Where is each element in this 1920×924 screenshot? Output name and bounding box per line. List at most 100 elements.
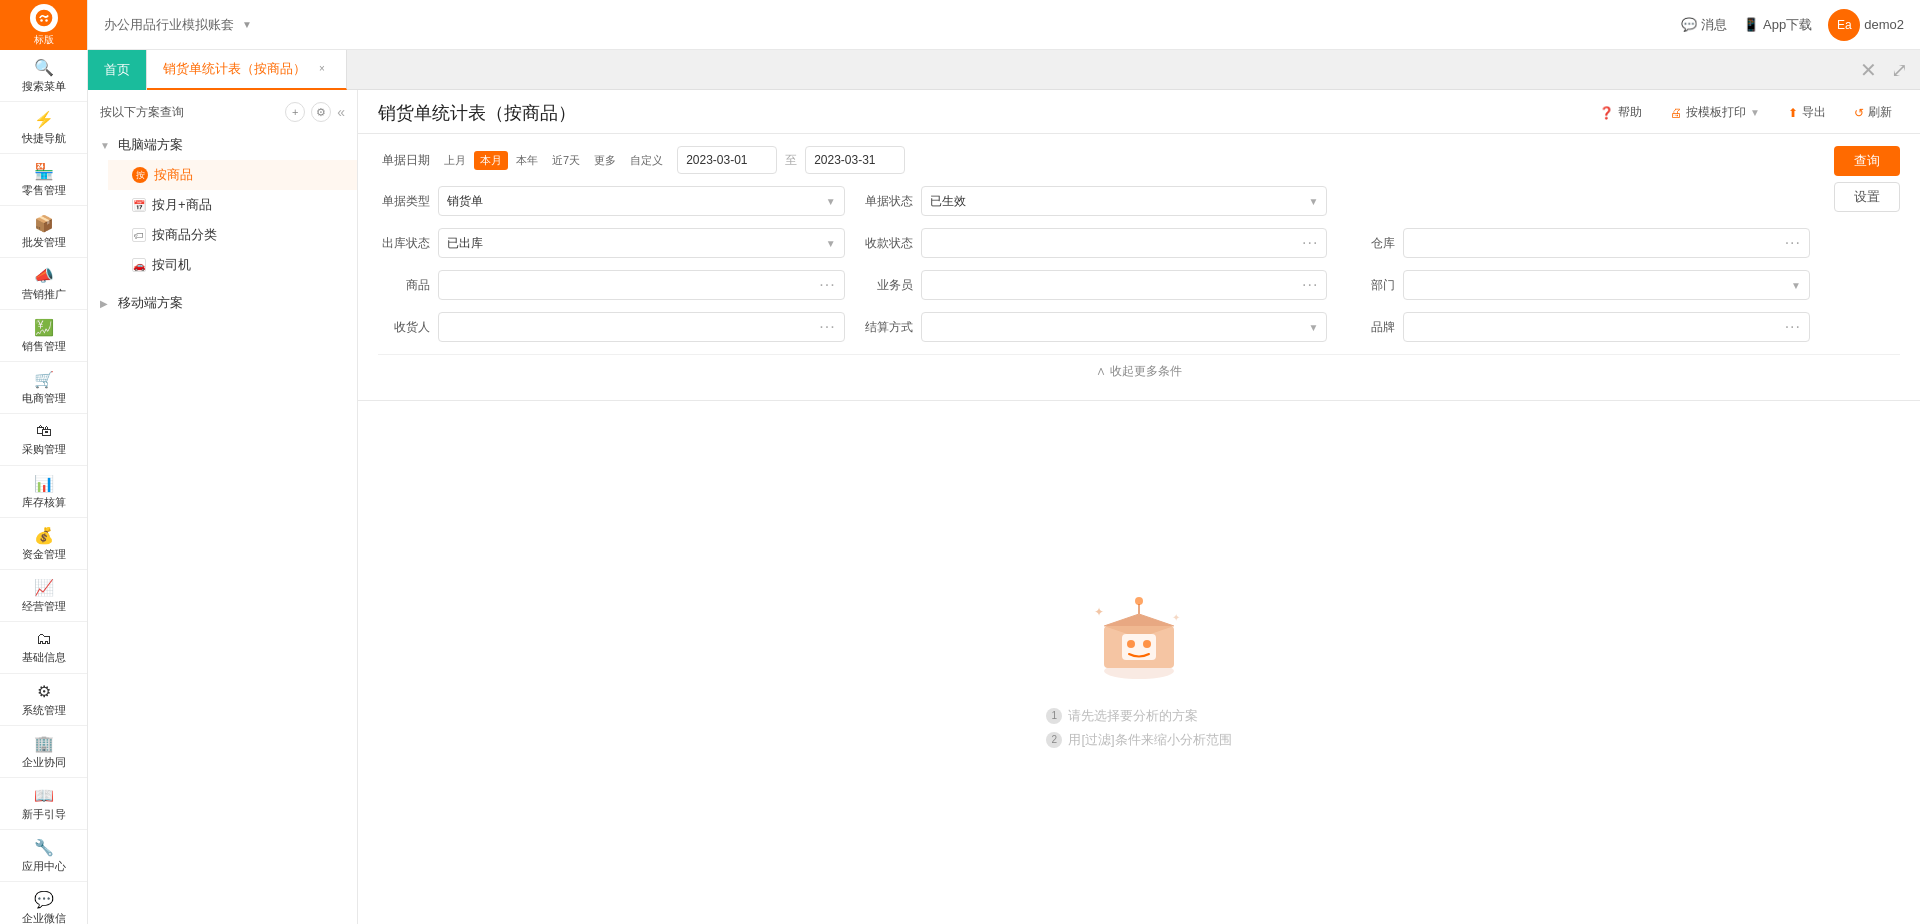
app-download-label: App下载 bbox=[1763, 16, 1812, 34]
sidebar-item-system[interactable]: ⚙ 系统管理 bbox=[0, 674, 87, 726]
dept-control[interactable]: ▼ bbox=[1403, 270, 1810, 300]
sidebar-item-guide-label: 新手引导 bbox=[22, 807, 66, 821]
date-tab-current-month[interactable]: 本月 bbox=[474, 151, 508, 170]
sidebar-item-search-label: 搜索菜单 bbox=[22, 79, 66, 93]
brand-label: 品牌 bbox=[1343, 319, 1395, 336]
by-dept-label: 按司机 bbox=[152, 256, 191, 274]
stock-status-control[interactable]: 已出库 ▼ bbox=[438, 228, 845, 258]
print-label: 按模板打印 bbox=[1686, 104, 1746, 121]
system-icon: ⚙ bbox=[37, 682, 51, 701]
warehouse-control[interactable]: ··· bbox=[1403, 228, 1810, 258]
sidebar-item-basic[interactable]: 🗂 基础信息 bbox=[0, 622, 87, 674]
page-actions: ❓ 帮助 🖨 按模板打印 ▼ ⬆ 导出 ↺ 刷新 bbox=[1591, 100, 1900, 125]
marketing-icon: 📣 bbox=[34, 266, 54, 285]
step-2-text: 用[过滤]条件来缩小分析范围 bbox=[1068, 731, 1231, 749]
doc-status-control[interactable]: 已生效 ▼ bbox=[921, 186, 1328, 216]
tree-mobile-group[interactable]: ▶ 移动端方案 bbox=[88, 288, 357, 318]
header-right: 💬 消息 📱 App下载 Ea demo2 bbox=[1681, 9, 1904, 41]
help-label: 帮助 bbox=[1618, 104, 1642, 121]
tree-node-by-month-product[interactable]: 📅 按月+商品 bbox=[108, 190, 357, 220]
user-info[interactable]: Ea demo2 bbox=[1828, 9, 1904, 41]
sidebar-item-marketing-label: 营销推广 bbox=[22, 287, 66, 301]
collapse-panel-btn[interactable]: « bbox=[337, 104, 345, 120]
sidebar-item-marketing[interactable]: 📣 营销推广 bbox=[0, 258, 87, 310]
refresh-label: 刷新 bbox=[1868, 104, 1892, 121]
sidebar-item-wechat-label: 企业微信 bbox=[22, 911, 66, 924]
tab-active[interactable]: 销货单统计表（按商品） × bbox=[147, 50, 347, 90]
stock-status-value: 已出库 bbox=[447, 235, 826, 252]
payment-status-control[interactable]: ··· bbox=[921, 228, 1328, 258]
tab-close-btn[interactable]: × bbox=[314, 61, 330, 77]
date-tab-7days[interactable]: 近7天 bbox=[546, 151, 586, 170]
logo-area: 标版 bbox=[0, 0, 87, 50]
sidebar-item-ecommerce[interactable]: 🛒 电商管理 bbox=[0, 362, 87, 414]
date-tab-custom[interactable]: 自定义 bbox=[624, 151, 669, 170]
warehouse-label: 仓库 bbox=[1343, 235, 1395, 252]
goods-control[interactable]: ··· bbox=[438, 270, 845, 300]
empty-steps: 1 请先选择要分析的方案 2 用[过滤]条件来缩小分析范围 bbox=[1046, 707, 1231, 755]
payment-method-control[interactable]: ▼ bbox=[921, 312, 1328, 342]
date-to-input[interactable] bbox=[805, 146, 905, 174]
sidebar-item-inventory[interactable]: 📊 库存核算 bbox=[0, 466, 87, 518]
receiver-label: 收货人 bbox=[378, 319, 430, 336]
sidebar: 标版 🔍 搜索菜单 ⚡ 快捷导航 🏪 零售管理 📦 批发管理 📣 营销推广 💹 … bbox=[0, 0, 88, 924]
query-btn[interactable]: 查询 bbox=[1834, 146, 1900, 176]
doc-status-value: 已生效 bbox=[930, 193, 1309, 210]
svg-point-1 bbox=[40, 19, 43, 22]
settings-scheme-btn[interactable]: ⚙ bbox=[311, 102, 331, 122]
date-tab-prev-month[interactable]: 上月 bbox=[438, 151, 472, 170]
doc-type-control[interactable]: 销货单 ▼ bbox=[438, 186, 845, 216]
print-btn[interactable]: 🖨 按模板打印 ▼ bbox=[1662, 100, 1768, 125]
staff-control[interactable]: ··· bbox=[921, 270, 1328, 300]
messages-label: 消息 bbox=[1701, 16, 1727, 34]
sidebar-item-finance[interactable]: 💰 资金管理 bbox=[0, 518, 87, 570]
mobile-scheme-label: 移动端方案 bbox=[118, 294, 183, 312]
help-btn[interactable]: ❓ 帮助 bbox=[1591, 100, 1650, 125]
export-btn[interactable]: ⬆ 导出 bbox=[1780, 100, 1834, 125]
messages-btn[interactable]: 💬 消息 bbox=[1681, 16, 1727, 34]
logo-icon bbox=[30, 4, 58, 32]
tree-node-by-category[interactable]: 🏷 按商品分类 bbox=[108, 220, 357, 250]
step-1-num: 1 bbox=[1046, 708, 1062, 724]
date-label: 单据日期 bbox=[378, 152, 430, 169]
sidebar-item-purchase[interactable]: 🛍 采购管理 bbox=[0, 414, 87, 466]
sidebar-item-system-label: 系统管理 bbox=[22, 703, 66, 717]
sidebar-item-guide[interactable]: 📖 新手引导 bbox=[0, 778, 87, 830]
sidebar-item-operation[interactable]: 📈 经营管理 bbox=[0, 570, 87, 622]
date-tab-more[interactable]: 更多 bbox=[588, 151, 622, 170]
tab-home[interactable]: 首页 bbox=[88, 50, 147, 90]
industry-dropdown-icon[interactable]: ▼ bbox=[242, 19, 252, 30]
sidebar-item-wholesale[interactable]: 📦 批发管理 bbox=[0, 206, 87, 258]
dept-label: 部门 bbox=[1343, 277, 1395, 294]
brand-dots: ··· bbox=[1785, 318, 1801, 336]
window-close-icon[interactable]: ✕ bbox=[1860, 59, 1877, 81]
wechat-icon: 💬 bbox=[34, 890, 54, 909]
filter-settings-btn[interactable]: 设置 bbox=[1834, 182, 1900, 212]
brand-control[interactable]: ··· bbox=[1403, 312, 1810, 342]
sidebar-item-sales[interactable]: 💹 销售管理 bbox=[0, 310, 87, 362]
date-tab-year[interactable]: 本年 bbox=[510, 151, 544, 170]
doc-type-value: 销货单 bbox=[447, 193, 826, 210]
tree-node-by-product[interactable]: 按 按商品 bbox=[108, 160, 357, 190]
collapse-more-btn[interactable]: ∧ 收起更多条件 bbox=[378, 354, 1900, 388]
print-dropdown-icon[interactable]: ▼ bbox=[1750, 107, 1760, 118]
tree-node-by-dept[interactable]: 🚗 按司机 bbox=[108, 250, 357, 280]
brand-item: 品牌 ··· bbox=[1343, 312, 1810, 342]
sidebar-item-appstore[interactable]: 🔧 应用中心 bbox=[0, 830, 87, 882]
refresh-btn[interactable]: ↺ 刷新 bbox=[1846, 100, 1900, 125]
add-scheme-btn[interactable]: + bbox=[285, 102, 305, 122]
sidebar-item-quicknav[interactable]: ⚡ 快捷导航 bbox=[0, 102, 87, 154]
sidebar-item-enterprise[interactable]: 🏢 企业协同 bbox=[0, 726, 87, 778]
receiver-control[interactable]: ··· bbox=[438, 312, 845, 342]
date-from-input[interactable] bbox=[677, 146, 777, 174]
app-download-btn[interactable]: 📱 App下载 bbox=[1743, 16, 1812, 34]
sidebar-item-retail[interactable]: 🏪 零售管理 bbox=[0, 154, 87, 206]
lph-actions: + ⚙ « bbox=[285, 102, 345, 122]
goods-item: 商品 ··· bbox=[378, 270, 845, 300]
tab-expand-btn[interactable]: ✕ ⤢ bbox=[1848, 58, 1920, 82]
filter-area: 单据日期 上月 本月 本年 近7天 更多 自定义 至 bbox=[358, 134, 1920, 401]
window-expand-icon[interactable]: ⤢ bbox=[1891, 59, 1908, 81]
sidebar-item-search[interactable]: 🔍 搜索菜单 bbox=[0, 50, 87, 102]
sidebar-item-wechat[interactable]: 💬 企业微信 bbox=[0, 882, 87, 924]
tree-desktop-group[interactable]: ▼ 电脑端方案 bbox=[88, 130, 357, 160]
